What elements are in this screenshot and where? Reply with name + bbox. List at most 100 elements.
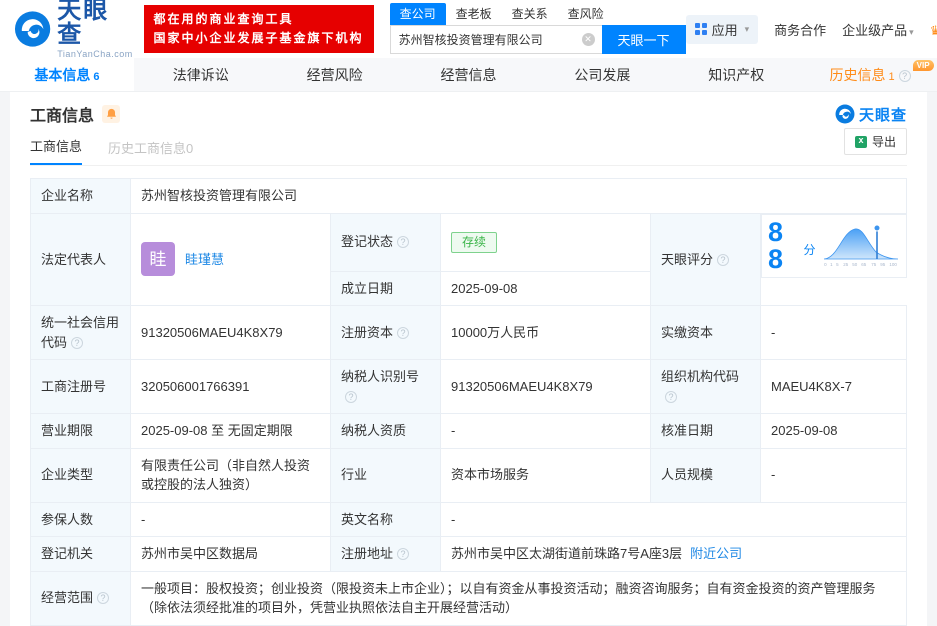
search-tab-relation[interactable]: 查关系 bbox=[502, 3, 558, 25]
top-header: 天眼查 TianYanCha.com 都在用的商业查询工具 国家中小企业发展子基… bbox=[0, 0, 937, 59]
chevron-down-icon: ▾ bbox=[744, 23, 750, 34]
search-tab-risk[interactable]: 查风险 bbox=[558, 3, 614, 25]
address-value: 苏州市吴中区太湖街道前珠路7号A座3层 附近公司 bbox=[440, 536, 907, 572]
taxpayer-id-value: 91320506MAEU4K8X79 bbox=[440, 359, 651, 414]
tab-basic-info[interactable]: 基本信息 6 bbox=[0, 58, 134, 91]
registry-label: 登记机关 bbox=[30, 536, 131, 572]
uscc-value: 91320506MAEU4K8X79 bbox=[130, 305, 331, 360]
help-icon[interactable] bbox=[97, 592, 110, 605]
help-icon[interactable] bbox=[717, 253, 730, 266]
industry-label: 行业 bbox=[330, 447, 441, 503]
help-icon[interactable] bbox=[397, 326, 410, 339]
company-nav-tabs: 基本信息6 法律诉讼 经营风险 经营信息 公司发展 知识产权 历史信息1VIP bbox=[0, 58, 937, 92]
search-input[interactable] bbox=[389, 25, 602, 54]
table-row: 经营范围 一般项目：股权投资；创业投资（限投资未上市企业）；以自有资金从事投资活… bbox=[30, 570, 907, 626]
section-title: 工商信息 bbox=[30, 108, 95, 125]
legal-rep-avatar[interactable]: 眭 bbox=[141, 242, 175, 277]
help-icon[interactable] bbox=[397, 548, 410, 560]
business-scope-label: 经营范围 bbox=[30, 570, 131, 626]
main-content: 工商信息 天眼查 工商信息 历史工商信息0 导出 企业名称 苏州智核投资管理有限… bbox=[10, 92, 927, 626]
tab-operating-info[interactable]: 经营信息 bbox=[402, 58, 536, 91]
table-row: 企业名称 苏州智核投资管理有限公司 bbox=[30, 178, 907, 214]
taxpayer-id-label: 纳税人识别号 bbox=[330, 359, 441, 414]
approval-date-value: 2025-09-08 bbox=[760, 413, 907, 449]
chart-x-ticks: 0 1 5 25 50 65 75 95 100 bbox=[823, 262, 898, 268]
apps-grid-icon bbox=[694, 23, 707, 35]
table-row: 登记机关 苏州市吴中区数据局 注册地址 苏州市吴中区太湖街道前珠路7号A座3层附… bbox=[30, 536, 907, 572]
company-type-label: 企业类型 bbox=[30, 447, 131, 503]
legal-rep-label: 法定代表人 bbox=[30, 212, 131, 306]
org-code-label: 组织机构代码 bbox=[650, 359, 761, 414]
search-tab-boss[interactable]: 查老板 bbox=[446, 3, 502, 25]
crown-icon: ♛ bbox=[929, 22, 937, 38]
staff-size-value: - bbox=[760, 447, 907, 503]
tianyancha-watermark: 天眼查 bbox=[835, 104, 907, 125]
open-vip-menu[interactable]: ♛ 开通会员▾ bbox=[930, 20, 937, 39]
table-row: 营业期限 2025-09-08 至 无固定期限 纳税人资质 - 核准日期 202… bbox=[30, 413, 907, 449]
promo-banner: 都在用的商业查询工具 国家中小企业发展子基金旗下机构 bbox=[143, 5, 374, 53]
header-menu: 应用▾ 商务合作 企业级产品▾ ♛ 开通会员▾ 费米▾ bbox=[685, 14, 937, 44]
business-scope-value: 一般项目：股权投资；创业投资（限投资未上市企业）；以自有资金从事投资活动；融资咨… bbox=[130, 570, 907, 626]
tab-intellectual-property[interactable]: 知识产权 bbox=[669, 58, 803, 91]
company-name-value: 苏州智核投资管理有限公司 bbox=[130, 178, 907, 214]
subscribe-bell-icon[interactable] bbox=[102, 105, 121, 123]
reg-capital-value: 10000万人民币 bbox=[440, 305, 651, 360]
taxpayer-qual-label: 纳税人资质 bbox=[330, 413, 441, 449]
reg-no-value: 320506001766391 bbox=[130, 359, 331, 414]
help-icon[interactable] bbox=[665, 390, 677, 403]
help-icon[interactable] bbox=[345, 390, 357, 403]
established-label: 成立日期 bbox=[331, 271, 441, 305]
english-name-label: 英文名称 bbox=[330, 501, 441, 537]
score-cell[interactable]: 88 分 0 1 5 25 50 65 75 95 100 bbox=[761, 213, 907, 278]
clear-search-icon[interactable]: ✕ bbox=[581, 33, 595, 46]
subtab-business-info[interactable]: 工商信息 bbox=[30, 136, 83, 165]
taxpayer-qual-value: - bbox=[440, 413, 651, 449]
staff-size-label: 人员规模 bbox=[650, 447, 761, 503]
registry-value: 苏州市吴中区数据局 bbox=[130, 536, 331, 572]
help-icon[interactable] bbox=[71, 336, 84, 349]
search-button[interactable]: 天眼一下 bbox=[601, 25, 686, 54]
paid-capital-value: - bbox=[760, 305, 907, 360]
business-cooperation-link[interactable]: 商务合作 bbox=[774, 20, 826, 39]
table-row: 企业类型 有限责任公司（非自然人投资或控股的法人独资） 行业 资本市场服务 人员… bbox=[30, 447, 907, 503]
business-info-table: 企业名称 苏州智核投资管理有限公司 法定代表人 眭 眭瑾慧 登记状态 存续 成立… bbox=[30, 178, 907, 626]
subtab-history-business-info[interactable]: 历史工商信息0 bbox=[108, 138, 193, 165]
chevron-down-icon: ▾ bbox=[909, 26, 914, 37]
insured-label: 参保人数 bbox=[30, 501, 131, 537]
status-label: 登记状态 bbox=[331, 213, 441, 272]
industry-value: 资本市场服务 bbox=[440, 447, 651, 503]
term-value: 2025-09-08 至 无固定期限 bbox=[130, 413, 331, 449]
enterprise-products-menu[interactable]: 企业级产品 ▾ bbox=[842, 20, 914, 39]
table-row: 法定代表人 眭 眭瑾慧 登记状态 存续 成立日期 2025-09-08 天眼评分… bbox=[30, 212, 907, 306]
subtabs: 工商信息 历史工商信息0 导出 bbox=[30, 128, 907, 166]
uscc-label: 统一社会信用代码 bbox=[30, 305, 131, 360]
score-value: 88 bbox=[768, 216, 784, 274]
english-name-value: - bbox=[440, 501, 907, 537]
vip-badge: VIP bbox=[912, 60, 934, 71]
tianyancha-logo-icon bbox=[14, 11, 51, 47]
term-label: 营业期限 bbox=[30, 413, 131, 449]
help-icon[interactable] bbox=[397, 236, 410, 248]
score-distribution-chart: 0 1 5 25 50 65 75 95 100 bbox=[822, 222, 900, 270]
search-tabs: 查公司 查老板 查关系 查风险 bbox=[389, 3, 686, 25]
tab-operating-risk[interactable]: 经营风险 bbox=[268, 58, 402, 91]
logo-title: 天眼查 bbox=[57, 0, 110, 48]
search-tab-company[interactable]: 查公司 bbox=[389, 3, 446, 25]
tianyancha-logo[interactable]: 天眼查 TianYanCha.com bbox=[14, 0, 134, 59]
reg-no-label: 工商注册号 bbox=[30, 359, 131, 414]
score-label: 天眼评分 bbox=[650, 212, 761, 306]
legal-rep-name-link[interactable]: 眭瑾慧 bbox=[185, 250, 224, 270]
excel-icon bbox=[854, 135, 867, 148]
help-icon bbox=[898, 70, 911, 82]
company-name-label: 企业名称 bbox=[30, 178, 131, 214]
tab-legal-proceedings[interactable]: 法律诉讼 bbox=[134, 58, 268, 91]
table-row: 统一社会信用代码 91320506MAEU4K8X79 注册资本 10000万人… bbox=[30, 305, 907, 360]
nearby-companies-link[interactable]: 附近公司 bbox=[690, 546, 742, 561]
tab-history-info[interactable]: 历史信息1VIP bbox=[803, 58, 937, 91]
apps-menu[interactable]: 应用 ▾ bbox=[685, 14, 759, 44]
tianyancha-logo-icon bbox=[835, 104, 855, 124]
export-button[interactable]: 导出 bbox=[843, 128, 907, 155]
address-label: 注册地址 bbox=[330, 536, 441, 572]
tab-company-development[interactable]: 公司发展 bbox=[535, 58, 669, 91]
paid-capital-label: 实缴资本 bbox=[650, 305, 761, 360]
